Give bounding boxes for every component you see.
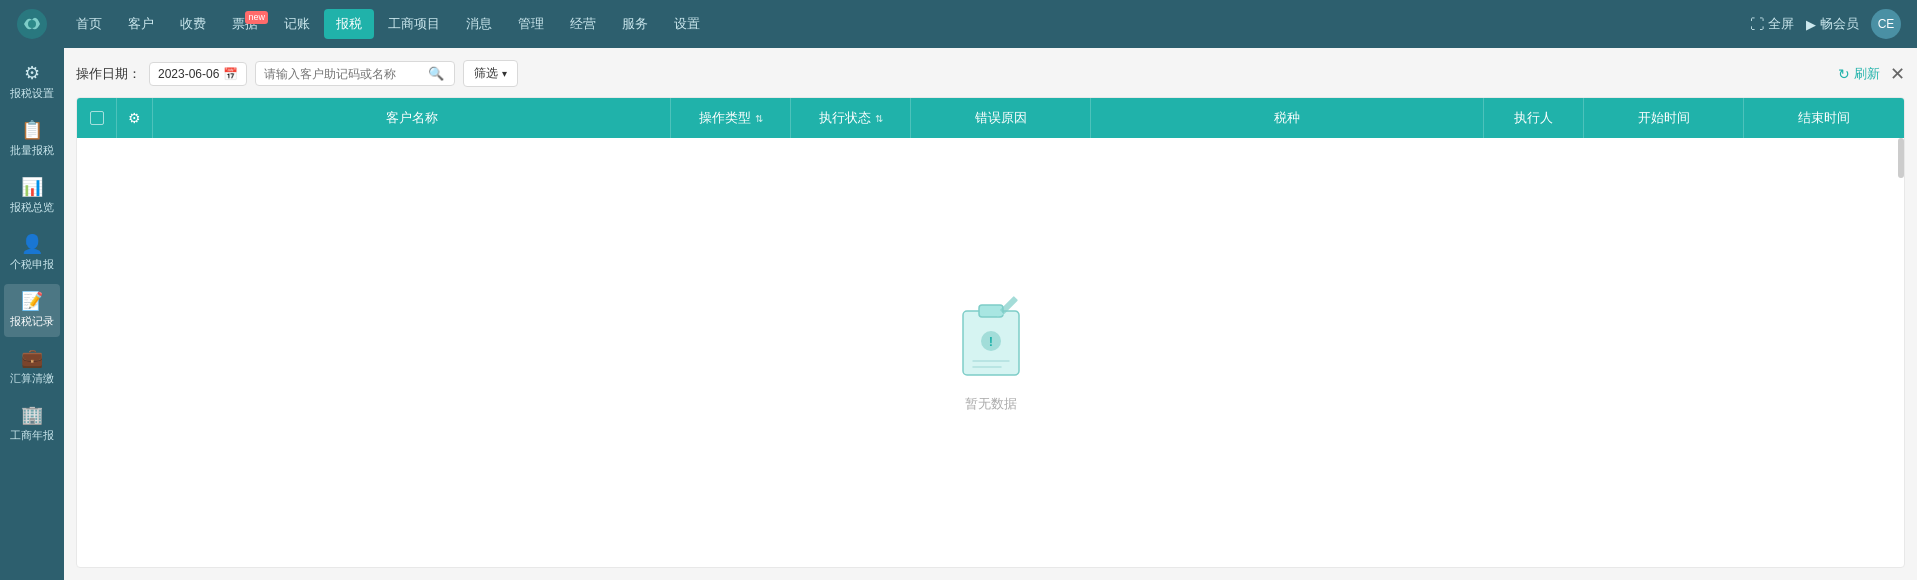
- top-nav: 首页客户收费票据new记账报税工商项目消息管理经营服务设置 ⛶ 全屏 ▶ 畅会员…: [0, 0, 1917, 48]
- nav-right: ⛶ 全屏 ▶ 畅会员 CE: [1750, 9, 1901, 39]
- th-tax-type: 税种: [1091, 98, 1484, 138]
- sidebar-item-工商年报[interactable]: 🏢 工商年报: [4, 398, 60, 451]
- sidebar-label-批量报税: 批量报税: [10, 143, 54, 158]
- th-error-reason: 错误原因: [911, 98, 1091, 138]
- filter-btn[interactable]: 筛选 ▾: [463, 60, 518, 87]
- th-start-time: 开始时间: [1584, 98, 1744, 138]
- nav-item-首页[interactable]: 首页: [64, 9, 114, 39]
- sidebar-icon-报税设置: ⚙: [24, 64, 40, 82]
- date-input[interactable]: 2023-06-06 📅: [149, 62, 247, 86]
- nav-item-服务[interactable]: 服务: [610, 9, 660, 39]
- sidebar-item-报税记录[interactable]: 📝 报税记录: [4, 284, 60, 337]
- refresh-label: 刷新: [1854, 65, 1880, 83]
- date-label: 操作日期：: [76, 65, 141, 83]
- sidebar-icon-汇算清缴: 💼: [21, 349, 43, 367]
- member-btn[interactable]: ▶ 畅会员: [1806, 15, 1859, 33]
- sidebar-icon-工商年报: 🏢: [21, 406, 43, 424]
- sidebar-icon-报税总览: 📊: [21, 178, 43, 196]
- nav-item-收费[interactable]: 收费: [168, 9, 218, 39]
- fullscreen-icon: ⛶: [1750, 16, 1764, 32]
- scroll-indicator[interactable]: [1898, 138, 1904, 178]
- sidebar-item-个税申报[interactable]: 👤 个税申报: [4, 227, 60, 280]
- sort-icon-op-type: ⇅: [755, 113, 763, 124]
- refresh-btn[interactable]: ↻ 刷新: [1838, 65, 1880, 83]
- th-executor: 执行人: [1484, 98, 1584, 138]
- nav-item-记账[interactable]: 记账: [272, 9, 322, 39]
- sidebar-label-个税申报: 个税申报: [10, 257, 54, 272]
- main-layout: ⚙ 报税设置 📋 批量报税 📊 报税总览 👤 个税申报 📝 报税记录 💼 汇算清…: [0, 48, 1917, 580]
- nav-item-消息[interactable]: 消息: [454, 9, 504, 39]
- th-end-time: 结束时间: [1744, 98, 1904, 138]
- empty-text: 暂无数据: [965, 395, 1017, 413]
- sidebar-item-报税总览[interactable]: 📊 报税总览: [4, 170, 60, 223]
- th-settings[interactable]: ⚙: [117, 98, 153, 138]
- header-checkbox[interactable]: [90, 111, 104, 125]
- toolbar: 操作日期： 2023-06-06 📅 🔍 筛选 ▾ ↻ 刷新 ✕: [76, 60, 1905, 87]
- svg-point-1: [28, 20, 36, 28]
- sidebar-icon-报税记录: 📝: [21, 292, 43, 310]
- sidebar-label-报税总览: 报税总览: [10, 200, 54, 215]
- toolbar-right: ↻ 刷新 ✕: [1838, 65, 1905, 83]
- sidebar-icon-批量报税: 📋: [21, 121, 43, 139]
- nav-item-管理[interactable]: 管理: [506, 9, 556, 39]
- member-label: 畅会员: [1820, 15, 1859, 33]
- avatar[interactable]: CE: [1871, 9, 1901, 39]
- sidebar-label-报税记录: 报税记录: [10, 314, 54, 329]
- empty-illustration: !: [951, 293, 1031, 383]
- th-exec-status: 执行状态 ⇅: [791, 98, 911, 138]
- nav-item-报税[interactable]: 报税: [324, 9, 374, 39]
- fullscreen-btn[interactable]: ⛶ 全屏: [1750, 15, 1794, 33]
- close-btn[interactable]: ✕: [1890, 65, 1905, 83]
- search-icon: 🔍: [428, 66, 444, 81]
- nav-item-客户[interactable]: 客户: [116, 9, 166, 39]
- calendar-icon: 📅: [223, 67, 238, 81]
- nav-items: 首页客户收费票据new记账报税工商项目消息管理经营服务设置: [64, 9, 712, 39]
- refresh-icon: ↻: [1838, 66, 1850, 82]
- nav-item-经营[interactable]: 经营: [558, 9, 608, 39]
- content-area: 操作日期： 2023-06-06 📅 🔍 筛选 ▾ ↻ 刷新 ✕: [64, 48, 1917, 580]
- sidebar: ⚙ 报税设置 📋 批量报税 📊 报税总览 👤 个税申报 📝 报税记录 💼 汇算清…: [0, 48, 64, 580]
- svg-text:!: !: [988, 334, 992, 349]
- th-client-name: 客户名称: [153, 98, 671, 138]
- filter-label: 筛选: [474, 65, 498, 82]
- nav-item-设置[interactable]: 设置: [662, 9, 712, 39]
- search-input[interactable]: [264, 67, 424, 81]
- sidebar-item-汇算清缴[interactable]: 💼 汇算清缴: [4, 341, 60, 394]
- sidebar-item-报税设置[interactable]: ⚙ 报税设置: [4, 56, 60, 109]
- search-box: 🔍: [255, 61, 455, 86]
- nav-item-工商项目[interactable]: 工商项目: [376, 9, 452, 39]
- nav-badge-票据: new: [245, 11, 268, 24]
- th-checkbox: [77, 98, 117, 138]
- logo[interactable]: [16, 8, 48, 40]
- th-op-type: 操作类型 ⇅: [671, 98, 791, 138]
- sort-icon-exec-status: ⇅: [875, 113, 883, 124]
- table-header: ⚙ 客户名称 操作类型 ⇅ 执行状态 ⇅ 错误原因 税种: [77, 98, 1904, 138]
- settings-icon: ⚙: [128, 110, 141, 126]
- sidebar-item-批量报税[interactable]: 📋 批量报税: [4, 113, 60, 166]
- empty-state: ! 暂无数据: [911, 253, 1071, 453]
- table-container: ⚙ 客户名称 操作类型 ⇅ 执行状态 ⇅ 错误原因 税种: [76, 97, 1905, 568]
- sidebar-icon-个税申报: 👤: [21, 235, 43, 253]
- chevron-down-icon: ▾: [502, 68, 507, 79]
- sidebar-label-报税设置: 报税设置: [10, 86, 54, 101]
- video-icon: ▶: [1806, 17, 1816, 32]
- nav-item-票据[interactable]: 票据new: [220, 9, 270, 39]
- sidebar-label-汇算清缴: 汇算清缴: [10, 371, 54, 386]
- table-body: ! 暂无数据: [77, 138, 1904, 567]
- fullscreen-label: 全屏: [1768, 15, 1794, 33]
- sidebar-label-工商年报: 工商年报: [10, 428, 54, 443]
- date-value: 2023-06-06: [158, 67, 219, 81]
